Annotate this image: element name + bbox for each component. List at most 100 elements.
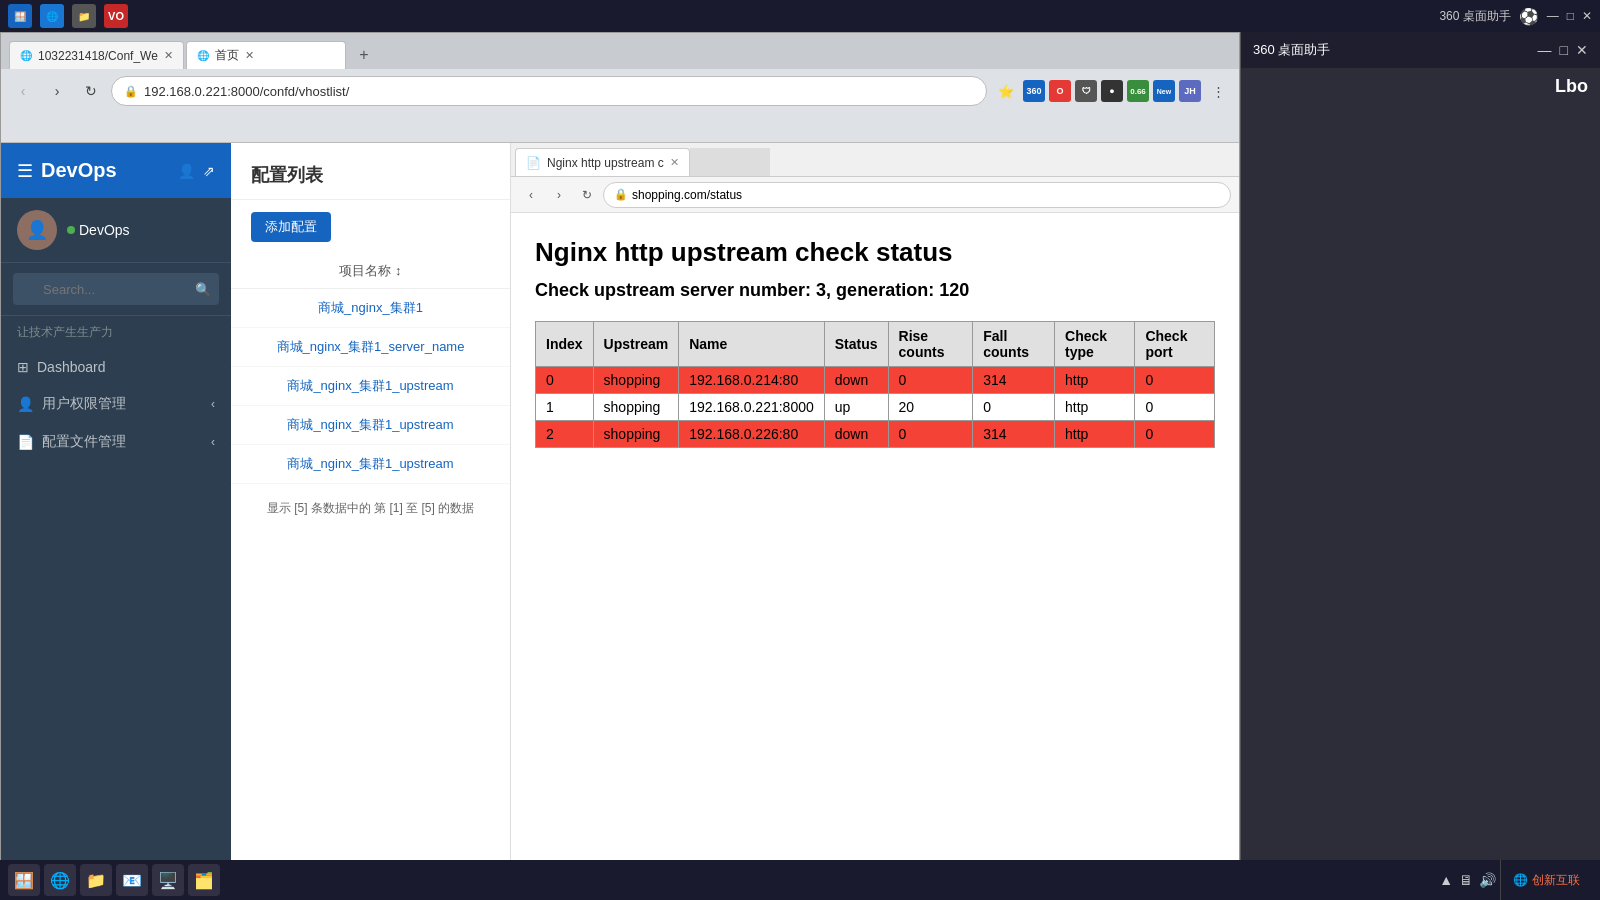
chrome-icon[interactable]: 🌐 — [40, 4, 64, 28]
table-header-row: Index Upstream Name Status Rise counts F… — [536, 322, 1215, 367]
sidebar-user: 👤 DevOps — [1, 198, 231, 263]
config-item-5[interactable]: 商城_nginx_集群1_upstream — [231, 445, 510, 484]
sys-speaker-icon[interactable]: 🔊 — [1479, 872, 1496, 888]
tab1-label: 1032231418/Conf_We — [38, 49, 158, 63]
win-taskbar-top: 🪟 🌐 📁 VO 360 桌面助手 ⚽ — □ ✕ — [0, 0, 1600, 32]
sidebar-header-icons: 👤 ⇗ — [178, 163, 215, 179]
sidebar-item-config[interactable]: 📄 配置文件管理 ‹ — [1, 423, 231, 461]
forward-btn[interactable]: › — [43, 77, 71, 105]
add-config-button[interactable]: 添加配置 — [251, 212, 331, 242]
search-input[interactable] — [13, 273, 219, 305]
top-close-btn[interactable]: ✕ — [1582, 9, 1592, 23]
config-panel-title: 配置列表 — [251, 163, 323, 187]
taskbar-mail-btn[interactable]: 📧 — [116, 864, 148, 896]
config-list-panel: 配置列表 添加配置 项目名称 ↕ 商城_nginx_集群1 商城_nginx_集… — [231, 143, 511, 893]
tab1-close[interactable]: ✕ — [164, 49, 173, 62]
ext-new-icon[interactable]: New — [1153, 80, 1175, 102]
ext-dark-icon[interactable]: ● — [1101, 80, 1123, 102]
taskbar-folder-btn[interactable]: 📁 — [80, 864, 112, 896]
sidebar-item-users[interactable]: 👤 用户权限管理 ‹ — [1, 385, 231, 423]
lbo-label: Lbo — [1555, 76, 1588, 97]
sidebar-item-config-left: 📄 配置文件管理 — [17, 433, 126, 451]
browser-content: ☰ DevOps 👤 ⇗ 👤 DevOps — [1, 143, 1239, 893]
ext-jh-icon[interactable]: JH — [1179, 80, 1201, 102]
top-soccer-icon: ⚽ — [1519, 7, 1539, 26]
vo-icon[interactable]: VO — [104, 4, 128, 28]
inner-refresh-btn[interactable]: ↻ — [575, 183, 599, 207]
nginx-page-title: Nginx http upstream check status — [535, 237, 1215, 268]
sys-network-icon[interactable]: 🖥 — [1459, 872, 1473, 888]
inner-address-bar[interactable]: 🔒 shopping.com/status — [603, 182, 1231, 208]
taskbar-desktop-btn[interactable]: 🖥️ — [152, 864, 184, 896]
inner-tab-nginx[interactable]: 📄 Nginx http upstream c ✕ — [515, 148, 690, 176]
rp-minimize-btn[interactable]: — — [1538, 42, 1552, 58]
config-item-1-label: 商城_nginx_集群1 — [318, 300, 423, 315]
top-taskbar-right: 360 桌面助手 ⚽ — □ ✕ — [1439, 7, 1592, 26]
rp-close-btn[interactable]: ✕ — [1576, 42, 1588, 58]
nginx-status-table: Index Upstream Name Status Rise counts F… — [535, 321, 1215, 448]
user-name: DevOps — [79, 222, 130, 238]
ext-opera-icon[interactable]: O — [1049, 80, 1071, 102]
new-tab-btn[interactable]: + — [348, 41, 380, 69]
inner-tab-close[interactable]: ✕ — [670, 156, 679, 169]
top-minimize-btn[interactable]: — — [1547, 9, 1559, 23]
share-icon[interactable]: ⇗ — [203, 163, 215, 179]
sidebar-tagline: 让技术产生生产力 — [1, 316, 231, 349]
col-rise: Rise counts — [888, 322, 973, 367]
browser-tab-2[interactable]: 🌐 首页 ✕ — [186, 41, 346, 69]
start-icon[interactable]: 🪟 — [8, 4, 32, 28]
taskbar-brand-icon: 🌐 — [1513, 873, 1528, 887]
menu-btn[interactable]: ⋮ — [1205, 78, 1231, 104]
table-row: 1shopping192.168.0.221:8000up200http0 — [536, 394, 1215, 421]
config-item-3-label: 商城_nginx_集群1_upstream — [287, 378, 453, 393]
refresh-btn[interactable]: ↻ — [77, 77, 105, 105]
back-btn[interactable]: ‹ — [9, 77, 37, 105]
bookmark-btn[interactable]: ⭐ — [993, 78, 1019, 104]
sys-up-icon[interactable]: ▲ — [1439, 872, 1453, 888]
devops-sidebar: ☰ DevOps 👤 ⇗ 👤 DevOps — [1, 143, 231, 893]
avatar-icon[interactable]: 👤 — [178, 163, 195, 179]
sidebar-search: 🔍 — [1, 263, 231, 316]
col-index: Index — [536, 322, 594, 367]
dashboard-icon: ⊞ — [17, 359, 29, 375]
sidebar-item-dashboard[interactable]: ⊞ Dashboard — [1, 349, 231, 385]
ext-green-icon[interactable]: 0.66 — [1127, 80, 1149, 102]
ext-shield-icon[interactable]: 🛡 — [1075, 80, 1097, 102]
hamburger-icon[interactable]: ☰ — [17, 160, 33, 182]
folder-icon[interactable]: 📁 — [72, 4, 96, 28]
address-bar[interactable]: 🔒 192.168.0.221:8000/confd/vhostlist/ — [111, 76, 987, 106]
taskbar-brand-text: 创新互联 — [1532, 872, 1580, 889]
sidebar-item-dashboard-left: ⊞ Dashboard — [17, 359, 106, 375]
sidebar-item-dashboard-label: Dashboard — [37, 359, 106, 375]
taskbar-files-btn[interactable]: 🗂️ — [188, 864, 220, 896]
config-item-4-label: 商城_nginx_集群1_upstream — [287, 417, 453, 432]
config-icon: 📄 — [17, 434, 34, 450]
inner-address-text: shopping.com/status — [632, 188, 742, 202]
table-row: 2shopping192.168.0.226:80down0314http0 — [536, 421, 1215, 448]
lbo-area: Lbo — [1241, 68, 1600, 105]
tab2-close[interactable]: ✕ — [245, 49, 254, 62]
inner-toolbar: ‹ › ↻ 🔒 shopping.com/status — [511, 177, 1239, 213]
browser-tab-1[interactable]: 🌐 1032231418/Conf_We ✕ — [9, 41, 184, 69]
sidebar-header: ☰ DevOps 👤 ⇗ — [1, 143, 231, 198]
config-item-1[interactable]: 商城_nginx_集群1 — [231, 289, 510, 328]
config-item-2[interactable]: 商城_nginx_集群1_server_name — [231, 328, 510, 367]
config-item-3[interactable]: 商城_nginx_集群1_upstream — [231, 367, 510, 406]
col-check-type: Check type — [1055, 322, 1135, 367]
browser-toolbar: ‹ › ↻ 🔒 192.168.0.221:8000/confd/vhostli… — [1, 69, 1239, 113]
search-icon: 🔍 — [195, 282, 211, 297]
config-sort-header[interactable]: 项目名称 ↕ — [231, 254, 510, 289]
address-text: 192.168.0.221:8000/confd/vhostlist/ — [144, 84, 349, 99]
inner-forward-btn[interactable]: › — [547, 183, 571, 207]
rp-restore-btn[interactable]: □ — [1560, 42, 1568, 58]
ext-360-icon[interactable]: 360 — [1023, 80, 1045, 102]
taskbar-chrome-btn[interactable]: 🌐 — [44, 864, 76, 896]
top-taskbar-left: 🪟 🌐 📁 VO — [8, 4, 128, 28]
inner-back-btn[interactable]: ‹ — [519, 183, 543, 207]
config-item-4[interactable]: 商城_nginx_集群1_upstream — [231, 406, 510, 445]
inner-new-tab[interactable] — [690, 148, 770, 176]
config-item-5-label: 商城_nginx_集群1_upstream — [287, 456, 453, 471]
col-fall: Fall counts — [973, 322, 1055, 367]
taskbar-start-btn[interactable]: 🪟 — [8, 864, 40, 896]
top-restore-btn[interactable]: □ — [1567, 9, 1574, 23]
